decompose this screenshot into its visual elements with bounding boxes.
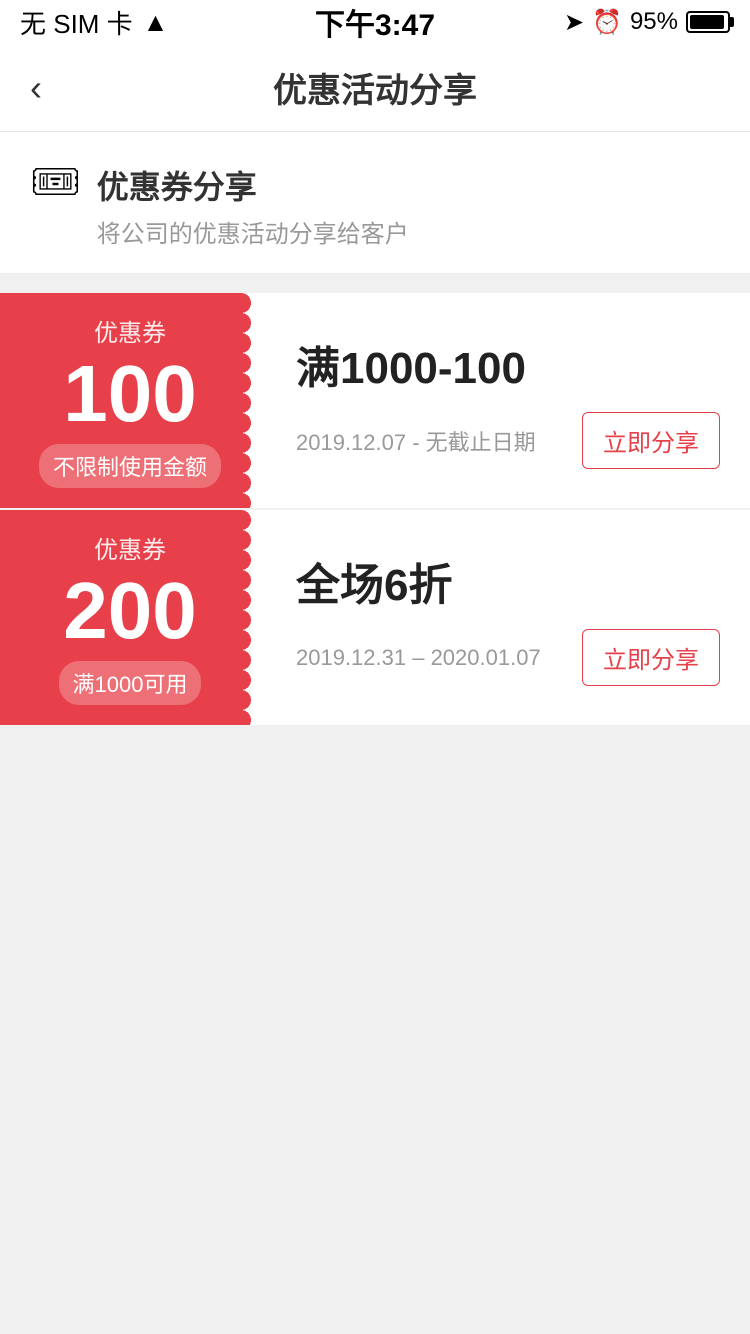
coupon-meta-1: 2019.12.31 – 2020.01.07 立即分享	[296, 629, 720, 686]
coupon-condition-0: 不限制使用金额	[39, 444, 221, 488]
coupon-card: 优惠券 100 不限制使用金额 满1000-100 2019.12.07 - 无…	[0, 293, 750, 508]
bottom-area	[0, 745, 750, 1245]
coupon-left-1: 优惠券 200 满1000可用	[0, 510, 260, 725]
status-bar: 无 SIM 卡 ▲ 下午3:47 ➤ ⏰ 95%	[0, 0, 750, 44]
battery-icon	[686, 11, 730, 33]
share-button-1[interactable]: 立即分享	[582, 629, 720, 686]
section-title: 优惠券分享	[97, 162, 409, 208]
coupon-list: 优惠券 100 不限制使用金额 满1000-100 2019.12.07 - 无…	[0, 273, 750, 745]
status-time: 下午3:47	[315, 0, 435, 44]
coupon-label-1: 优惠券	[94, 530, 166, 565]
alarm-icon: ⏰	[592, 8, 622, 37]
coupon-amount-1: 200	[63, 571, 196, 651]
battery-percent: 95%	[630, 8, 678, 36]
location-icon: ➤	[564, 8, 584, 37]
section-subtitle: 将公司的优惠活动分享给客户	[97, 214, 409, 249]
share-button-0[interactable]: 立即分享	[582, 412, 720, 469]
nav-bar: ‹ 优惠活动分享	[0, 44, 750, 132]
back-button[interactable]: ‹	[30, 67, 42, 109]
coupon-right-1: 全场6折 2019.12.31 – 2020.01.07 立即分享	[260, 510, 750, 725]
coupon-label-0: 优惠券	[94, 313, 166, 348]
coupon-meta-0: 2019.12.07 - 无截止日期 立即分享	[296, 412, 720, 469]
section-header: 🎟 优惠券分享 将公司的优惠活动分享给客户	[0, 132, 750, 273]
coupon-condition-1: 满1000可用	[59, 661, 202, 705]
coupon-date-1: 2019.12.31 – 2020.01.07	[296, 645, 541, 671]
coupon-left-0: 优惠券 100 不限制使用金额	[0, 293, 260, 508]
coupon-section-icon: 🎟	[30, 162, 81, 202]
section-text-group: 优惠券分享 将公司的优惠活动分享给客户	[97, 162, 409, 249]
wifi-icon: ▲	[143, 7, 169, 38]
coupon-right-0: 满1000-100 2019.12.07 - 无截止日期 立即分享	[260, 293, 750, 508]
coupon-card: 优惠券 200 满1000可用 全场6折 2019.12.31 – 2020.0…	[0, 510, 750, 725]
status-right: ➤ ⏰ 95%	[564, 8, 730, 37]
coupon-name-0: 满1000-100	[296, 332, 720, 396]
coupon-amount-0: 100	[63, 354, 196, 434]
battery-fill	[690, 15, 724, 29]
page-title: 优惠活动分享	[273, 63, 477, 112]
coupon-name-1: 全场6折	[296, 549, 720, 613]
carrier-text: 无 SIM 卡	[20, 4, 133, 41]
status-left: 无 SIM 卡 ▲	[20, 4, 168, 41]
coupon-date-0: 2019.12.07 - 无截止日期	[296, 425, 536, 457]
